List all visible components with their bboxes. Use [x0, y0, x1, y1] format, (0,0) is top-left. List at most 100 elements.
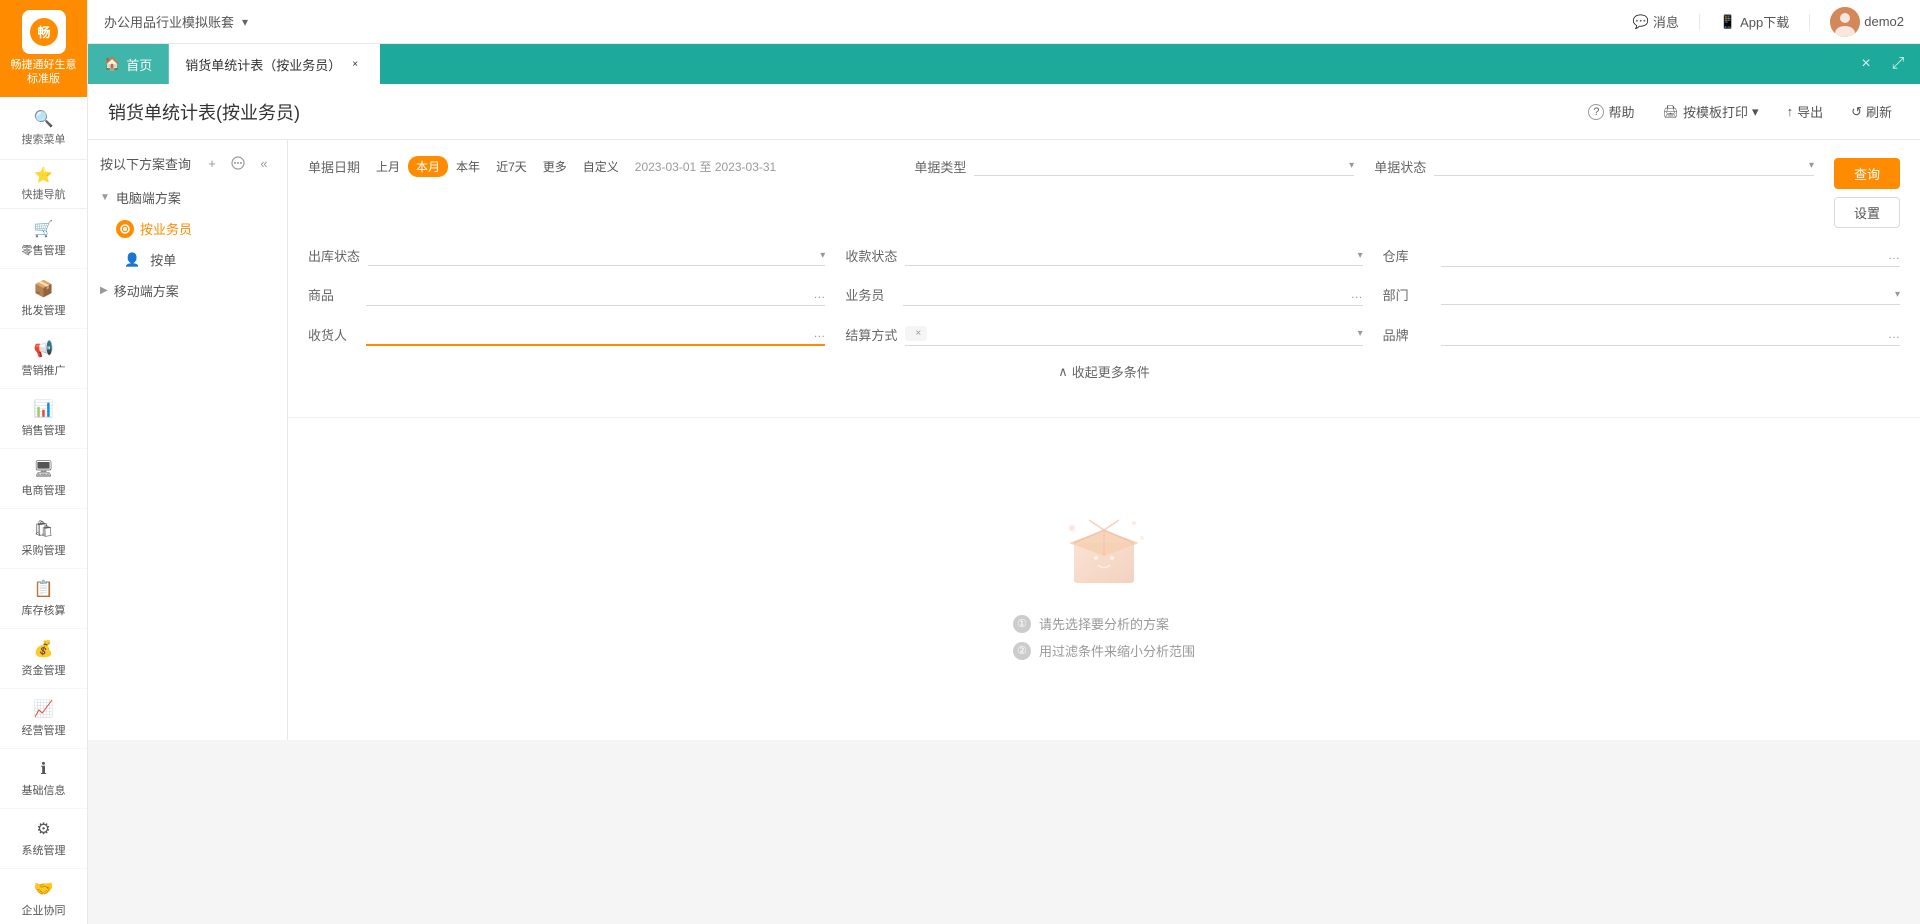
print-dropdown-icon: ▾ — [1752, 104, 1759, 120]
tab-close-all-button[interactable]: × — [1852, 50, 1880, 78]
brand-input-area[interactable]: … — [1441, 323, 1900, 346]
sidebar-item-wholesale[interactable]: 📦 批发管理 — [0, 269, 87, 329]
sidebar-item-finance-label: 资金管理 — [22, 662, 66, 678]
user-name: demo2 — [1864, 14, 1904, 29]
sidebar-item-inventory[interactable]: 📋 库存核算 — [0, 569, 87, 629]
message-icon: 💬 — [1633, 14, 1649, 30]
purchase-icon: 🛍 — [33, 519, 53, 539]
quick-nav-item[interactable]: ⭐ 快捷导航 — [0, 160, 87, 209]
help-button[interactable]: ? 帮助 — [1580, 98, 1642, 125]
goods-more[interactable]: … — [813, 287, 825, 301]
doc-status-label: 单据状态 — [1374, 157, 1426, 176]
plan-group-desktop-header[interactable]: ▼ 电脑端方案 — [88, 182, 287, 213]
search-menu-button[interactable]: 🔍 搜索菜单 — [6, 105, 81, 151]
salesperson-input-area[interactable]: … — [903, 283, 1362, 306]
date-tab-more[interactable]: 更多 — [535, 156, 575, 177]
department-select[interactable]: ▾ — [1441, 285, 1900, 305]
date-tab-this-month[interactable]: 本月 — [408, 156, 448, 177]
filter-goods-field: 商品 … — [308, 283, 825, 306]
enterprise-icon: 🤝 — [34, 879, 54, 899]
date-tab-last-month[interactable]: 上月 — [368, 156, 408, 177]
sidebar-item-sales-mgmt[interactable]: 📊 销售管理 — [0, 389, 87, 449]
salesperson-more[interactable]: … — [1351, 287, 1363, 301]
plan-group-mobile: ▶ 移动端方案 — [88, 275, 287, 306]
date-label: 单据日期 — [308, 157, 360, 176]
quick-nav-label: 快捷导航 — [22, 186, 66, 202]
empty-state: ① 请先选择要分析的方案 ② 用过滤条件来缩小分析范围 — [993, 418, 1215, 740]
collapse-label: 收起更多条件 — [1072, 362, 1150, 381]
doc-status-select[interactable]: ▾ — [1434, 156, 1814, 176]
filter-department-field: 部门 ▾ — [1383, 285, 1900, 305]
refresh-button[interactable]: ↺ 刷新 — [1843, 98, 1900, 125]
department-arrow: ▾ — [1895, 289, 1900, 300]
settlement-select[interactable]: × ▾ — [905, 322, 1362, 346]
header-divider-1 — [1699, 14, 1700, 30]
goods-input-area[interactable]: … — [366, 283, 825, 306]
sidebar-item-enterprise[interactable]: 🤝 企业协同 — [0, 869, 87, 924]
plan-collapse-button[interactable]: « — [253, 152, 275, 174]
sidebar-item-basic-info[interactable]: ℹ 基础信息 — [0, 749, 87, 809]
settlement-tag-close[interactable]: × — [915, 328, 921, 339]
date-tab-custom[interactable]: 自定义 — [575, 156, 627, 177]
filter-area: 单据日期 上月 本月 本年 近7天 更多 自定义 20 — [288, 140, 1920, 417]
date-tab-this-year[interactable]: 本年 — [448, 156, 488, 177]
sidebar-item-operations[interactable]: 📈 经营管理 — [0, 689, 87, 749]
export-button[interactable]: ↑ 导出 — [1779, 98, 1832, 125]
sidebar-item-operations-label: 经营管理 — [22, 722, 66, 738]
date-tabs: 上月 本月 本年 近7天 更多 自定义 — [368, 156, 627, 177]
sidebar-item-retail-label: 零售管理 — [22, 242, 66, 258]
plan-item-by-sales[interactable]: 按业务员 — [88, 213, 287, 244]
sidebar-item-ecommerce[interactable]: 🖥 电商管理 — [0, 449, 87, 509]
settings-button[interactable]: 设置 — [1834, 197, 1900, 228]
warehouse-select[interactable]: … — [1441, 244, 1900, 267]
header-dropdown-button[interactable]: ▾ — [242, 15, 248, 29]
query-button[interactable]: 查询 — [1834, 158, 1900, 189]
content-body: 按以下方案查询 + « — [88, 140, 1920, 740]
query-buttons: 查询 设置 — [1834, 156, 1900, 228]
ship-status-label: 出库状态 — [308, 246, 360, 265]
doc-type-select[interactable]: ▾ — [974, 156, 1354, 176]
brand-label: 品牌 — [1383, 325, 1433, 344]
receiver-more[interactable]: … — [813, 326, 825, 340]
receiver-input-area[interactable]: … — [366, 322, 825, 346]
system-icon: ⚙ — [36, 819, 50, 839]
tab-close-button[interactable]: × — [347, 56, 363, 72]
empty-step-2: ② 用过滤条件来缩小分析范围 — [1013, 641, 1195, 660]
plan-group-mobile-header[interactable]: ▶ 移动端方案 — [88, 275, 287, 306]
empty-step-2-label: 用过滤条件来缩小分析范围 — [1039, 641, 1195, 660]
warehouse-more[interactable]: … — [1888, 248, 1900, 262]
tab-sales-stats[interactable]: 销货单统计表（按业务员） × — [169, 44, 380, 84]
header-title: 办公用品行业模拟账套 — [104, 12, 234, 31]
plan-item-person-icon: 👤 — [124, 252, 140, 268]
filter-row-2: 出库状态 ▾ 收款状态 ▾ — [308, 244, 1900, 267]
template-print-button[interactable]: 🖨 按模板打印 ▾ — [1655, 98, 1767, 125]
tab-home[interactable]: 🏠 首页 — [88, 44, 169, 84]
export-label: 导出 — [1797, 102, 1823, 121]
plan-item-by-order[interactable]: 👤 按单 — [88, 244, 287, 275]
sidebar-item-marketing-label: 营销推广 — [22, 362, 66, 378]
sidebar-item-purchase[interactable]: 🛍 采购管理 — [0, 509, 87, 569]
tab-bar-end: × ⤢ — [1852, 50, 1920, 78]
logo-icon: 畅 — [22, 10, 66, 54]
sidebar-item-marketing[interactable]: 📢 营销推广 — [0, 329, 87, 389]
payment-status-select[interactable]: ▾ — [905, 246, 1362, 266]
plan-edit-button[interactable] — [227, 152, 249, 174]
brand-more[interactable]: … — [1888, 327, 1900, 341]
collapse-button[interactable]: ∧ 收起更多条件 — [308, 354, 1900, 389]
filter-doc-type-field: 单据类型 ▾ — [914, 156, 1354, 176]
date-tab-last-7[interactable]: 近7天 — [488, 156, 535, 177]
header-divider-2 — [1809, 14, 1810, 30]
plan-add-button[interactable]: + — [201, 152, 223, 174]
user-profile-button[interactable]: demo2 — [1830, 7, 1904, 37]
search-menu-label: 搜索菜单 — [22, 131, 66, 147]
sidebar-search-area[interactable]: 🔍 搜索菜单 — [0, 97, 87, 160]
sidebar-item-system[interactable]: ⚙ 系统管理 — [0, 809, 87, 869]
sidebar-item-finance[interactable]: 💰 资金管理 — [0, 629, 87, 689]
sidebar-item-retail[interactable]: 🛒 零售管理 — [0, 209, 87, 269]
tab-maximize-button[interactable]: ⤢ — [1884, 50, 1912, 78]
help-label: 帮助 — [1608, 102, 1634, 121]
message-button[interactable]: 💬 消息 — [1633, 12, 1679, 31]
ship-status-select[interactable]: ▾ — [368, 246, 825, 266]
app-download-button[interactable]: 📱 App下载 — [1720, 12, 1789, 31]
payment-status-label: 收款状态 — [845, 246, 897, 265]
